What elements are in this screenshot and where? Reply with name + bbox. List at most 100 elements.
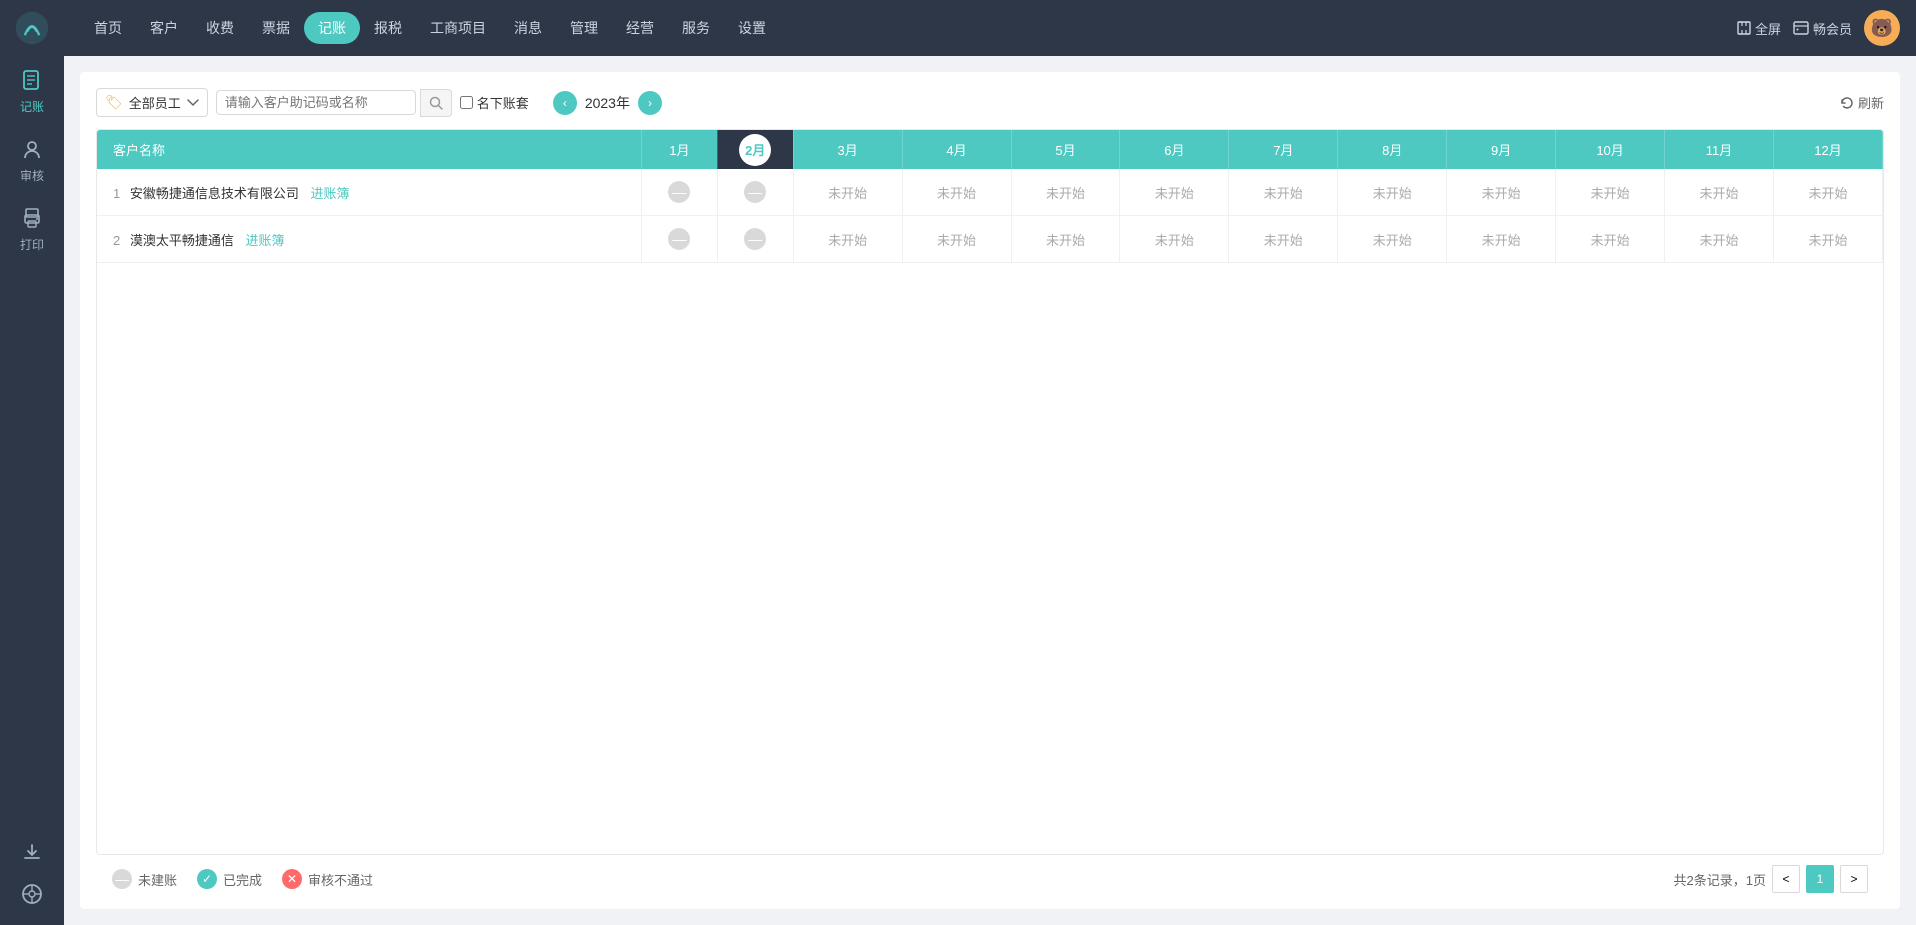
sidebar-item-print[interactable]: 打印 <box>0 194 64 263</box>
status-not-started: 未开始 <box>828 186 867 201</box>
col-m11: 11月 <box>1665 130 1774 169</box>
month-cell-6: 未开始 <box>1120 169 1229 216</box>
status-not-started: 未开始 <box>1373 186 1412 201</box>
employee-label: 全部员工 <box>129 93 181 112</box>
legend-not-started: — 未建账 <box>112 869 177 889</box>
status-not-started: 未开始 <box>1046 233 1085 248</box>
nav-operation[interactable]: 经营 <box>612 12 668 44</box>
legend-completed: ✓ 已完成 <box>197 869 262 889</box>
nav-client[interactable]: 客户 <box>136 12 192 44</box>
sidebar-support[interactable] <box>0 875 64 913</box>
next-page-button[interactable]: > <box>1840 865 1868 893</box>
search-button[interactable] <box>420 89 452 117</box>
nav-invoice[interactable]: 票据 <box>248 12 304 44</box>
status-not-started: 未开始 <box>1808 233 1847 248</box>
search-input[interactable] <box>216 90 416 115</box>
fullscreen-button[interactable]: 全屏 <box>1737 19 1781 38</box>
page-1-button[interactable]: 1 <box>1806 865 1834 893</box>
month-cell-12: 未开始 <box>1773 169 1882 216</box>
legend-red-circle: ✕ <box>282 869 302 889</box>
ledger-table: 客户名称 1月 2月 3月 4月 5月 6月 7月 <box>97 130 1883 263</box>
refresh-label: 刷新 <box>1858 93 1884 112</box>
month-cell-11: 未开始 <box>1665 216 1774 263</box>
status-not-started: 未开始 <box>1699 186 1738 201</box>
sidebar-item-audit[interactable]: 审核 <box>0 125 64 194</box>
nav-tax[interactable]: 报税 <box>360 12 416 44</box>
month-cell-2: — <box>717 169 793 216</box>
legend-completed-label: 已完成 <box>223 870 262 889</box>
nav-service[interactable]: 服务 <box>668 12 724 44</box>
enter-ledger-link[interactable]: 进账簿 <box>246 233 285 248</box>
enter-ledger-link[interactable]: 进账簿 <box>311 186 350 201</box>
company-name: 安徽畅捷通信息技术有限公司 <box>130 186 299 201</box>
member-button[interactable]: 畅会员 <box>1793 19 1852 38</box>
month-cell-3: 未开始 <box>793 216 902 263</box>
col-m12: 12月 <box>1773 130 1882 169</box>
my-accounts-checkbox[interactable] <box>460 96 473 109</box>
month-cell-9: 未开始 <box>1447 169 1556 216</box>
nav-home[interactable]: 首页 <box>80 12 136 44</box>
status-not-started: 未开始 <box>937 233 976 248</box>
legend-rejected: ✕ 审核不通过 <box>282 869 373 889</box>
month-cell-6: 未开始 <box>1120 216 1229 263</box>
status-not-started: 未开始 <box>1155 233 1194 248</box>
next-year-button[interactable]: › <box>638 91 662 115</box>
pagination: 共2条记录，1页 < 1 > <box>1674 865 1868 893</box>
row-number: 2 <box>113 233 120 248</box>
prev-page-button[interactable]: < <box>1772 865 1800 893</box>
col-m2: 2月 <box>717 130 793 169</box>
year-nav: ‹ 2023年 › <box>553 91 662 115</box>
month-cell-7: 未开始 <box>1229 216 1338 263</box>
footer: — 未建账 ✓ 已完成 ✕ 审核不通过 共2条记录，1页 < 1 > <box>96 855 1884 893</box>
month-cell-10: 未开始 <box>1556 216 1665 263</box>
refresh-button[interactable]: 刷新 <box>1840 93 1884 112</box>
status-not-started: 未开始 <box>937 186 976 201</box>
status-circle: — <box>744 181 766 203</box>
print-icon <box>16 204 48 232</box>
col-m8: 8月 <box>1338 130 1447 169</box>
month-cell-3: 未开始 <box>793 169 902 216</box>
month-cell-9: 未开始 <box>1447 216 1556 263</box>
user-avatar[interactable]: 🐻 <box>1864 10 1900 46</box>
status-not-started: 未开始 <box>1591 233 1630 248</box>
year-label: 2023年 <box>585 93 630 113</box>
ledger-table-container: 客户名称 1月 2月 3月 4月 5月 6月 7月 <box>96 129 1884 855</box>
nav-message[interactable]: 消息 <box>500 12 556 44</box>
legend-not-started-label: 未建账 <box>138 870 177 889</box>
table-row: 2 漠澳太平畅捷通信 进账簿 ——未开始未开始未开始未开始未开始未开始未开始未开… <box>97 216 1883 263</box>
content-area: 🏷 全部员工 名下账套 <box>64 56 1916 925</box>
ledger-icon <box>16 66 48 94</box>
sidebar-download[interactable] <box>0 833 64 871</box>
toolbar: 🏷 全部员工 名下账套 <box>96 88 1884 117</box>
top-nav: 首页 客户 收费 票据 记账 报税 工商项目 消息 管理 经营 服务 设置 全屏 <box>64 0 1916 56</box>
nav-billing[interactable]: 收费 <box>192 12 248 44</box>
nav-business[interactable]: 工商项目 <box>416 12 500 44</box>
prev-year-button[interactable]: ‹ <box>553 91 577 115</box>
table-row: 1 安徽畅捷通信息技术有限公司 进账簿 — — 未开始 未开始 未开始 未开始 未开始 未开始… <box>97 169 1883 216</box>
status-not-started: 未开始 <box>1155 186 1194 201</box>
month-cell-12: 未开始 <box>1773 216 1882 263</box>
col-m1: 1月 <box>642 130 718 169</box>
tag-icon: 🏷 <box>105 94 123 111</box>
row-number: 1 <box>113 186 120 201</box>
status-not-started: 未开始 <box>828 233 867 248</box>
month-cell-4: 未开始 <box>902 169 1011 216</box>
checkbox-label[interactable]: 名下账套 <box>460 93 529 112</box>
status-circle: — <box>668 228 690 250</box>
col-m4: 4月 <box>902 130 1011 169</box>
sidebar-item-label: 审核 <box>20 167 44 184</box>
month-cell-1: — <box>642 216 718 263</box>
nav-settings[interactable]: 设置 <box>724 12 780 44</box>
status-not-started: 未开始 <box>1591 186 1630 201</box>
nav-ledger[interactable]: 记账 <box>304 12 360 44</box>
status-circle: — <box>744 228 766 250</box>
month-cell-7: 未开始 <box>1229 169 1338 216</box>
col-m9: 9月 <box>1447 130 1556 169</box>
nav-manage[interactable]: 管理 <box>556 12 612 44</box>
status-circle: — <box>668 181 690 203</box>
month-cell-5: 未开始 <box>1011 216 1120 263</box>
nav-right: 全屏 畅会员 🐻 <box>1737 10 1900 46</box>
employee-select[interactable]: 🏷 全部员工 <box>96 88 208 117</box>
sidebar-item-ledger[interactable]: 记账 <box>0 56 64 125</box>
month-cell-8: 未开始 <box>1338 169 1447 216</box>
